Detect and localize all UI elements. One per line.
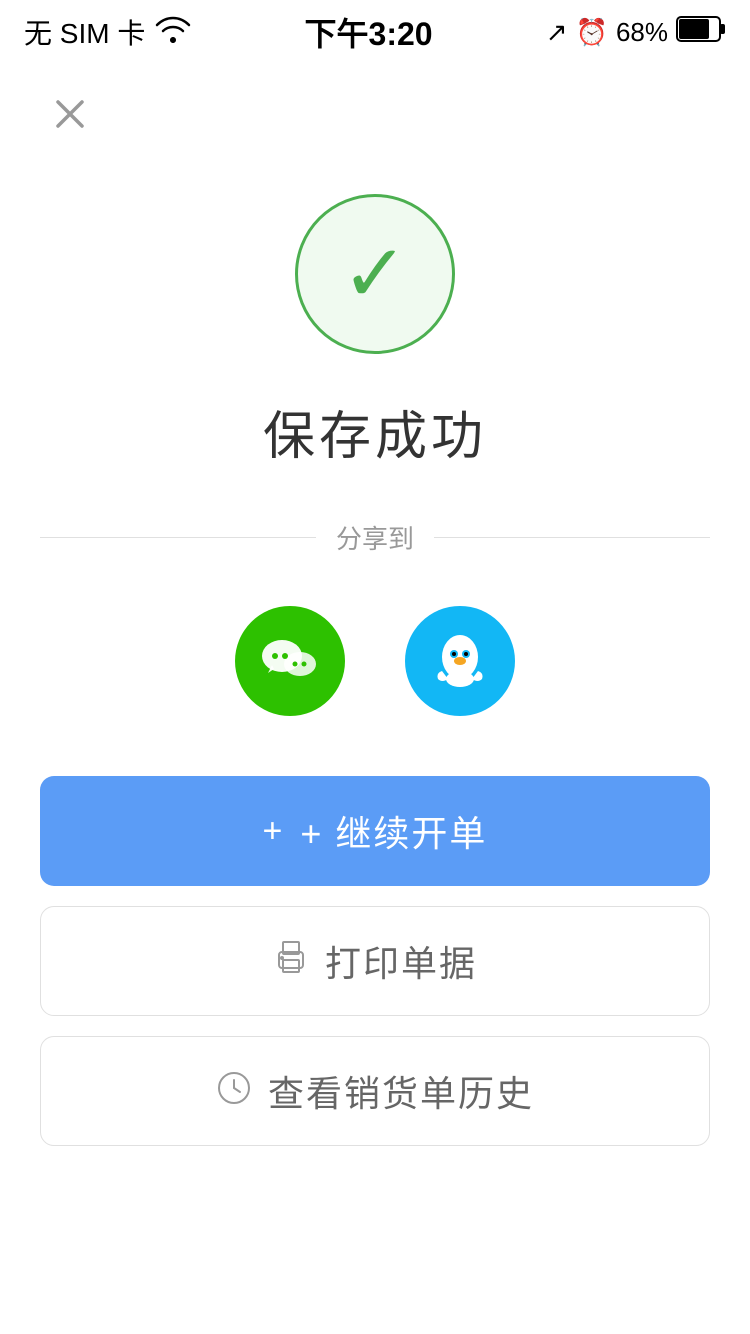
clock-icon: [216, 1070, 252, 1112]
divider-left: [40, 537, 316, 538]
success-title: 保存成功: [263, 394, 487, 469]
print-label: 打印单据: [325, 935, 477, 987]
checkmark-icon: ✓: [341, 234, 408, 314]
status-time: 下午3:20: [305, 9, 433, 55]
location-icon: ↗: [546, 17, 568, 48]
continue-order-label: + 继续开单: [300, 805, 487, 857]
continue-order-button[interactable]: + + 继续开单: [40, 776, 710, 886]
close-button-area: [0, 64, 750, 164]
plus-icon: +: [263, 814, 285, 848]
success-section: ✓ 保存成功: [0, 164, 750, 519]
share-divider: 分享到: [40, 519, 710, 556]
close-button[interactable]: [40, 84, 100, 144]
alarm-icon: ⏰: [576, 17, 608, 48]
printer-icon: [273, 940, 309, 982]
status-left: 无 SIM 卡: [24, 12, 191, 52]
qq-share-button[interactable]: [405, 606, 515, 716]
print-button[interactable]: 打印单据: [40, 906, 710, 1016]
sim-label: 无 SIM 卡: [24, 12, 145, 52]
share-icons-container: [40, 606, 710, 716]
divider-right: [434, 537, 710, 538]
history-label: 查看销货单历史: [268, 1065, 534, 1117]
history-button[interactable]: 查看销货单历史: [40, 1036, 710, 1146]
status-bar: 无 SIM 卡 下午3:20 ↗ ⏰ 68%: [0, 0, 750, 64]
wechat-share-button[interactable]: [235, 606, 345, 716]
share-section: 分享到: [0, 519, 750, 776]
success-circle: ✓: [295, 194, 455, 354]
status-right: ↗ ⏰ 68%: [546, 16, 726, 49]
share-label: 分享到: [336, 519, 414, 556]
battery-label: 68%: [616, 17, 668, 48]
action-buttons: + + 继续开单 打印单据 查看销货单历史: [0, 776, 750, 1146]
wifi-icon: [155, 15, 191, 50]
battery-icon: [676, 16, 726, 49]
